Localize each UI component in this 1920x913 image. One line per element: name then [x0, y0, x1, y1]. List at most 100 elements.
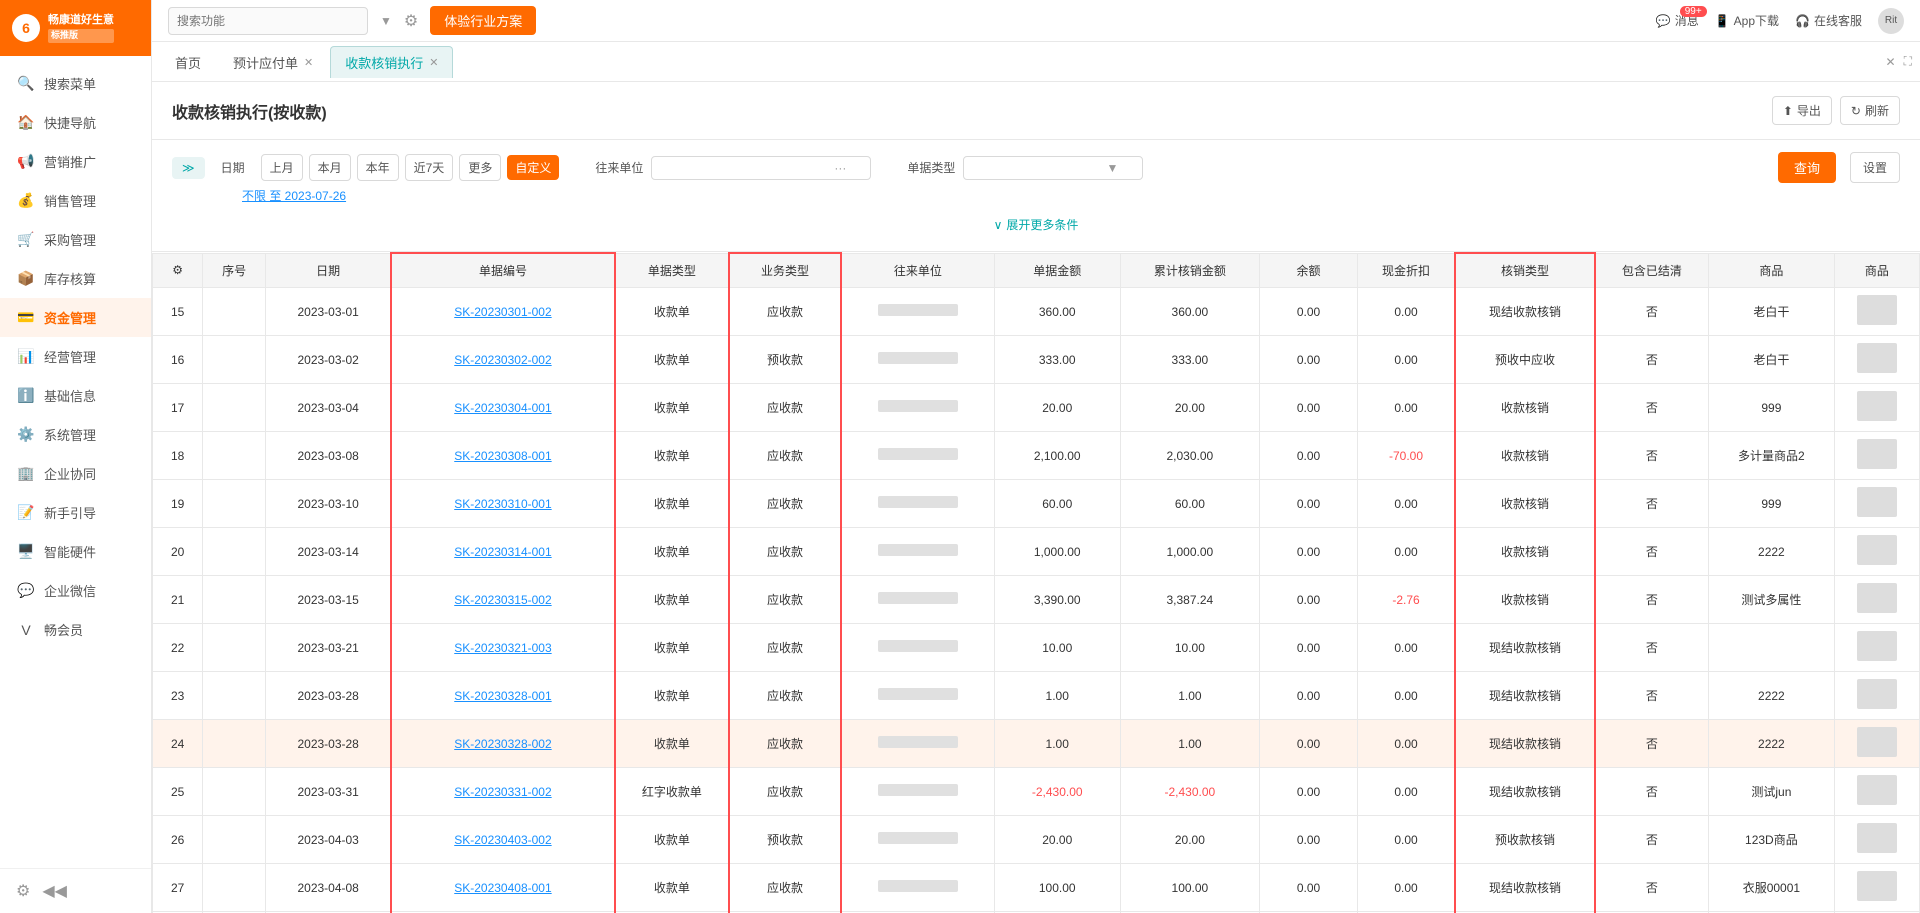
bill-no-link[interactable]: SK-20230328-001 — [454, 689, 551, 703]
bill-no-link[interactable]: SK-20230304-001 — [454, 401, 551, 415]
sidebar-footer: ⚙ ◀◀ — [0, 868, 151, 913]
td-biz-type: 应收款 — [729, 768, 841, 816]
sidebar-item-operations[interactable]: 📊 经营管理 — [0, 337, 151, 376]
td-total-cancel: 3,387.24 — [1120, 576, 1260, 624]
td-no-extra — [203, 720, 266, 768]
td-cash-discount: 0.00 — [1357, 624, 1455, 672]
td-biz-type: 应收款 — [729, 576, 841, 624]
bill-no-link[interactable]: SK-20230310-001 — [454, 497, 551, 511]
header-gear-icon[interactable]: ⚙ — [404, 11, 418, 31]
export-button[interactable]: ⬆ 导出 — [1772, 96, 1832, 125]
solution-button[interactable]: 体验行业方案 — [430, 6, 536, 35]
sidebar-item-inventory[interactable]: 📦 库存核算 — [0, 259, 151, 298]
tab-prepay-close-icon[interactable]: ✕ — [304, 56, 313, 69]
sidebar-item-hardware[interactable]: 🖥️ 智能硬件 — [0, 532, 151, 571]
td-amount: 1,000.00 — [994, 528, 1120, 576]
td-no: 19 — [153, 480, 203, 528]
tab-home[interactable]: 首页 — [160, 46, 216, 78]
td-include-settled: 否 — [1595, 720, 1709, 768]
refresh-button[interactable]: ↻ 刷新 — [1840, 96, 1900, 125]
filter-more-dates[interactable]: 更多 — [459, 154, 501, 181]
filter-toggle-button[interactable]: ≫ — [172, 157, 205, 179]
td-amount: -2,430.00 — [994, 768, 1120, 816]
sidebar-item-purchase[interactable]: 🛒 采购管理 — [0, 220, 151, 259]
settings-button[interactable]: 设置 — [1850, 152, 1900, 183]
sidebar-item-quick-nav[interactable]: 🏠 快捷导航 — [0, 103, 151, 142]
refresh-icon: ↻ — [1851, 104, 1861, 118]
td-total-cancel: 60.00 — [1120, 480, 1260, 528]
tab-maximize-icon[interactable]: ⛶ — [1904, 54, 1912, 69]
collapse-icon[interactable]: ◀◀ — [42, 881, 67, 901]
td-cancel-type: 收款核销 — [1455, 384, 1595, 432]
sidebar-item-search-menu[interactable]: 🔍 搜索菜单 — [0, 64, 151, 103]
filter-7days[interactable]: 近7天 — [405, 154, 454, 181]
td-bill-type: 收款单 — [615, 432, 730, 480]
td-date: 2023-04-03 — [266, 816, 392, 864]
tab-close-all-icon[interactable]: ✕ — [1886, 55, 1896, 69]
bill-type-select[interactable]: ▼ — [963, 156, 1143, 180]
table-header: ⚙ 序号 日期 单据编号 单据类型 业务类型 往来单位 单据金额 累计核销金额 … — [153, 253, 1920, 288]
sidebar-item-marketing[interactable]: 📢 营销推广 — [0, 142, 151, 181]
td-date: 2023-03-02 — [266, 336, 392, 384]
sidebar-item-enterprise[interactable]: 🏢 企业协同 — [0, 454, 151, 493]
date-range-display[interactable]: 不限 至 2023-07-26 — [242, 187, 346, 204]
sidebar-item-wechat[interactable]: 💬 企业微信 — [0, 571, 151, 610]
bill-no-link[interactable]: SK-20230328-002 — [454, 737, 551, 751]
filter-this-year[interactable]: 本年 — [357, 154, 399, 181]
expand-more-button[interactable]: ∨ 展开更多条件 — [994, 216, 1079, 233]
bill-no-link[interactable]: SK-20230314-001 — [454, 545, 551, 559]
bill-no-link[interactable]: SK-20230315-002 — [454, 593, 551, 607]
td-balance: 0.00 — [1260, 576, 1358, 624]
td-cancel-type: 收款核销 — [1455, 576, 1595, 624]
sidebar-item-basic-info[interactable]: ℹ️ 基础信息 — [0, 376, 151, 415]
sidebar-item-system[interactable]: ⚙️ 系统管理 — [0, 415, 151, 454]
td-cash-discount: 0.00 — [1357, 864, 1455, 912]
td-total-cancel: 100.00 — [1120, 864, 1260, 912]
filter-last-month[interactable]: 上月 — [261, 154, 303, 181]
td-balance: 0.00 — [1260, 768, 1358, 816]
sidebar-item-finance[interactable]: 💳 资金管理 — [0, 298, 151, 337]
member-icon: V — [16, 622, 36, 638]
filter-this-month[interactable]: 本月 — [309, 154, 351, 181]
filter-row-1: ≫ 日期 上月 本月 本年 近7天 更多 自定义 往来单位 ··· — [172, 152, 1900, 183]
breadcrumb-input[interactable] — [168, 7, 368, 35]
td-include-settled: 否 — [1595, 432, 1709, 480]
td-date: 2023-03-01 — [266, 288, 392, 336]
td-no: 23 — [153, 672, 203, 720]
td-date: 2023-03-28 — [266, 672, 392, 720]
bill-no-link[interactable]: SK-20230302-002 — [454, 353, 551, 367]
user-profile[interactable]: Rit — [1878, 8, 1904, 34]
online-service-link[interactable]: 🎧 在线客服 — [1795, 12, 1862, 29]
bill-no-link[interactable]: SK-20230331-002 — [454, 785, 551, 799]
tab-collection-close-icon[interactable]: ✕ — [429, 56, 438, 69]
app-download-link[interactable]: 📱 App下载 — [1715, 12, 1779, 29]
tab-collection-exec[interactable]: 收款核销执行 ✕ — [330, 46, 453, 78]
sidebar-item-guide[interactable]: 📝 新手引导 — [0, 493, 151, 532]
td-balance: 0.00 — [1260, 384, 1358, 432]
partner-select[interactable]: ··· — [651, 156, 871, 180]
sidebar-item-sales[interactable]: 💰 销售管理 — [0, 181, 151, 220]
bill-no-link[interactable]: SK-20230321-003 — [454, 641, 551, 655]
page-title: 收款核销执行(按收款) — [172, 99, 327, 123]
filter-custom-button[interactable]: 自定义 — [507, 155, 559, 180]
td-partner — [841, 768, 995, 816]
notification-area[interactable]: 💬 消息 99+ — [1656, 12, 1699, 29]
tab-prepay[interactable]: 预计应付单 ✕ — [218, 46, 328, 78]
td-cash-discount: 0.00 — [1357, 288, 1455, 336]
td-bill-type: 收款单 — [615, 720, 730, 768]
quick-nav-icon: 🏠 — [16, 114, 36, 131]
bill-no-link[interactable]: SK-20230403-002 — [454, 833, 551, 847]
td-date: 2023-03-10 — [266, 480, 392, 528]
bill-no-link[interactable]: SK-20230308-001 — [454, 449, 551, 463]
td-no: 22 — [153, 624, 203, 672]
td-bill-type: 收款单 — [615, 576, 730, 624]
sidebar-item-member[interactable]: V 畅会员 — [0, 610, 151, 649]
td-product: 2222 — [1709, 528, 1835, 576]
bill-no-link[interactable]: SK-20230301-002 — [454, 305, 551, 319]
th-settings[interactable]: ⚙ — [153, 253, 203, 288]
bill-no-link[interactable]: SK-20230408-001 — [454, 881, 551, 895]
settings-footer-icon[interactable]: ⚙ — [16, 881, 30, 901]
td-partner — [841, 528, 995, 576]
column-settings-icon[interactable]: ⚙ — [172, 263, 183, 277]
query-button[interactable]: 查询 — [1778, 152, 1836, 183]
